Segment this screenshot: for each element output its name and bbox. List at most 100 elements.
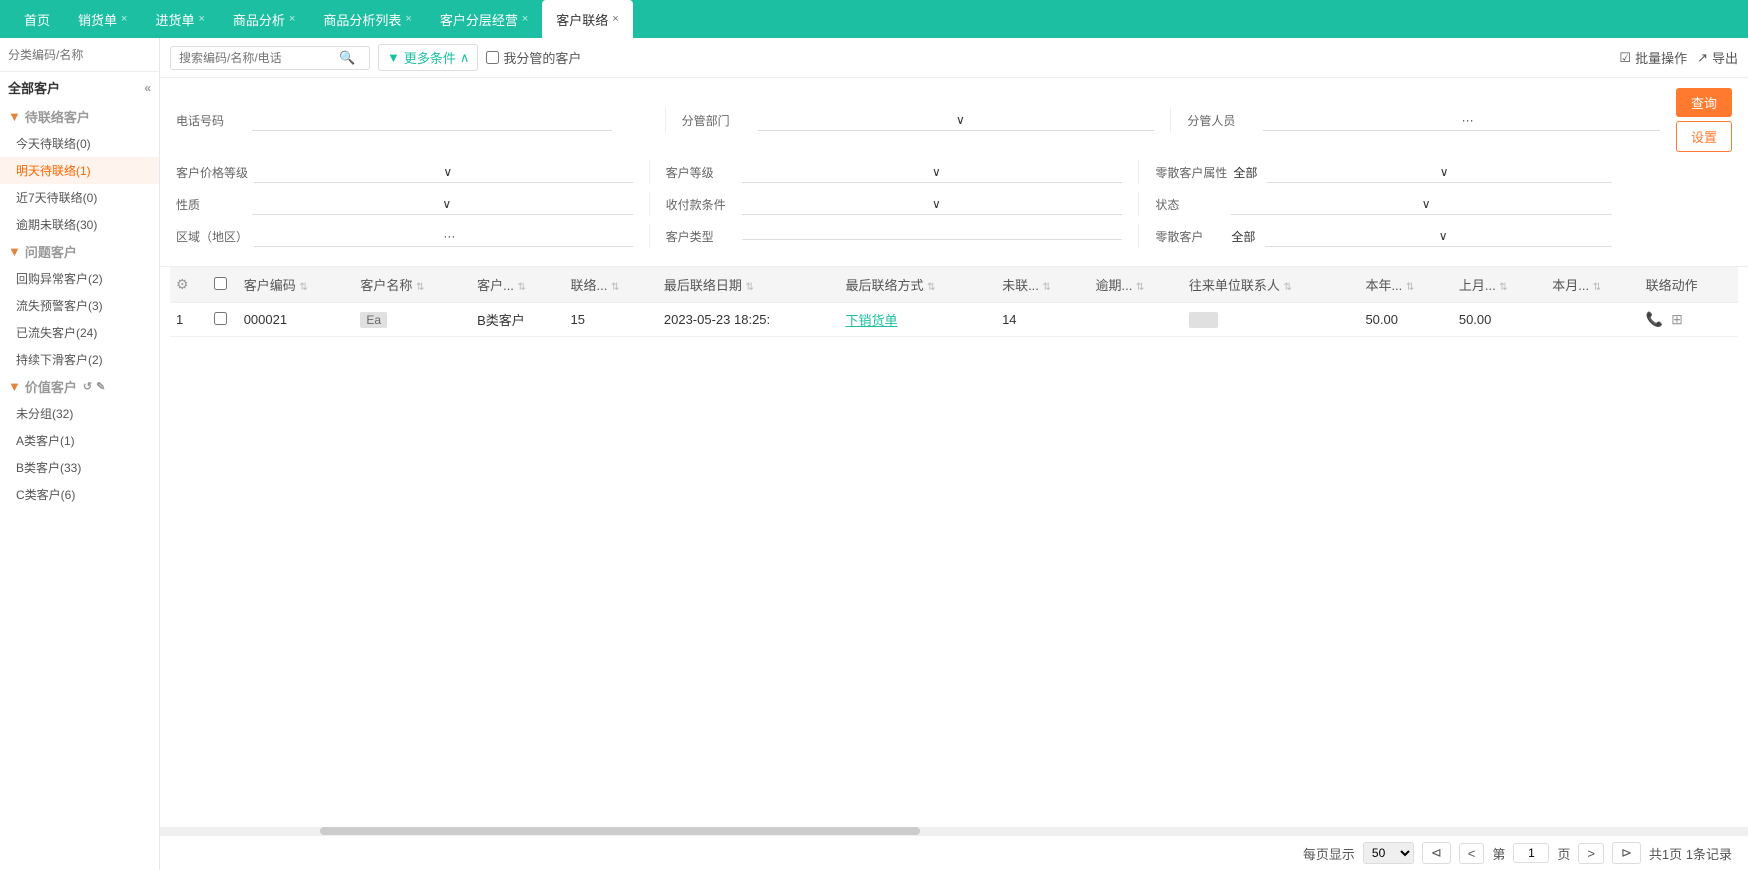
first-page-button[interactable]: ⊲ <box>1422 842 1451 864</box>
dept-dropdown[interactable]: ∨ <box>758 110 1155 131</box>
sidebar-item-a-class[interactable]: A类客户(1) <box>0 427 159 454</box>
export-button[interactable]: ↗ 导出 <box>1697 48 1738 67</box>
sidebar-item-repurchase[interactable]: 回购异常客户(2) <box>0 265 159 292</box>
close-icon[interactable]: × <box>522 13 528 25</box>
grid-icon[interactable]: ⊞ <box>1671 311 1683 328</box>
search-icon[interactable]: 🔍 <box>339 50 355 66</box>
export-icon: ↗ <box>1697 50 1708 66</box>
nature-dropdown[interactable]: ∨ <box>252 194 633 215</box>
horizontal-scrollbar[interactable] <box>160 827 1748 835</box>
sidebar-item-today[interactable]: 今天待联络(0) <box>0 130 159 157</box>
sidebar-item-overdue[interactable]: 逾期未联络(30) <box>0 211 159 238</box>
phone-icon[interactable]: 📞 <box>1646 311 1663 328</box>
sort-icon: ⇅ <box>299 282 307 293</box>
filter-row-3: 性质 ∨ 收付款条件 ∨ 状态 <box>176 192 1732 216</box>
prev-page-button[interactable]: < <box>1459 843 1485 864</box>
batch-operation-button[interactable]: ☑ 批量操作 <box>1619 48 1687 67</box>
gear-icon[interactable]: ⚙ <box>176 276 189 292</box>
th-last-method[interactable]: 最后联络方式 ⇅ <box>839 267 996 303</box>
retail-attr-dropdown[interactable]: ∨ <box>1267 162 1612 183</box>
td-action: 📞 ⊞ <box>1640 303 1738 337</box>
payment-dropdown[interactable]: ∨ <box>742 194 1123 215</box>
close-icon[interactable]: × <box>289 13 295 25</box>
query-button[interactable]: 查询 <box>1676 88 1732 117</box>
main-layout: 🔍 全部客户 « ▼ 待联络客户 今天待联络(0) 明天待联络(1) 近7天待联… <box>0 38 1748 870</box>
td-last-method[interactable]: 下销货单 <box>839 303 996 337</box>
sidebar-item-declining[interactable]: 持续下滑客户(2) <box>0 346 159 373</box>
scrollbar-thumb[interactable] <box>320 827 920 835</box>
sidebar-search-input[interactable] <box>8 48 160 62</box>
nav-customer-contact[interactable]: 客户联络 × <box>542 0 632 38</box>
filter-region: 区域（地区） ··· <box>176 226 633 247</box>
my-customers-checkbox-label[interactable]: 我分管的客户 <box>486 48 581 67</box>
sort-icon: ⇅ <box>611 282 619 293</box>
th-type[interactable]: 客户... ⇅ <box>471 267 564 303</box>
page-input[interactable] <box>1513 843 1549 863</box>
customer-level-dropdown[interactable]: ∨ <box>742 162 1123 183</box>
sort-icon: ⇅ <box>416 282 424 293</box>
sort-icon: ⇅ <box>518 282 526 293</box>
select-all-checkbox[interactable] <box>214 277 227 290</box>
last-page-button[interactable]: ⊳ <box>1612 842 1641 864</box>
sidebar: 🔍 全部客户 « ▼ 待联络客户 今天待联络(0) 明天待联络(1) 近7天待联… <box>0 38 160 870</box>
search-input[interactable] <box>179 51 339 65</box>
filter-panel: 电话号码 分管部门 ∨ 分管人员 ··· <box>160 78 1748 267</box>
phone-input[interactable] <box>252 110 612 131</box>
sort-icon: ⇅ <box>1406 282 1414 293</box>
sidebar-item-b-class[interactable]: B类客户(33) <box>0 454 159 481</box>
th-not-contacted[interactable]: 未联... ⇅ <box>996 267 1089 303</box>
th-checkbox[interactable] <box>208 267 238 303</box>
nav-sales[interactable]: 销货单 × <box>64 0 141 38</box>
more-filter-button[interactable]: ▼ 更多条件 ∧ <box>378 44 478 71</box>
th-code[interactable]: 客户编码 ⇅ <box>238 267 355 303</box>
th-last-date[interactable]: 最后联络日期 ⇅ <box>658 267 840 303</box>
th-this-month[interactable]: 本月... ⇅ <box>1546 267 1639 303</box>
close-icon[interactable]: × <box>405 13 411 25</box>
th-gear[interactable]: ⚙ <box>170 267 208 303</box>
td-this-year: 50.00 <box>1359 303 1452 337</box>
sort-icon: ⇅ <box>927 282 935 293</box>
close-icon[interactable]: × <box>121 13 127 25</box>
th-contact-person[interactable]: 往来单位联系人 ⇅ <box>1183 267 1360 303</box>
close-icon[interactable]: × <box>198 13 204 25</box>
close-icon[interactable]: × <box>612 13 618 25</box>
th-overdue[interactable]: 逾期... ⇅ <box>1089 267 1182 303</box>
th-last-month[interactable]: 上月... ⇅ <box>1453 267 1546 303</box>
sidebar-item-churned[interactable]: 已流失客户(24) <box>0 319 159 346</box>
status-dropdown[interactable]: ∨ <box>1231 194 1612 215</box>
toolbar-right: ☑ 批量操作 ↗ 导出 <box>1619 48 1738 67</box>
collapse-icon[interactable]: « <box>144 81 151 95</box>
filter-retail-customer: 零散客户 全部 ∨ <box>1155 226 1612 247</box>
action-buttons: 查询 设置 <box>1676 88 1732 152</box>
nav-home[interactable]: 首页 <box>10 0 64 38</box>
sidebar-item-tomorrow[interactable]: 明天待联络(1) <box>0 157 159 184</box>
th-contact-count[interactable]: 联络... ⇅ <box>564 267 657 303</box>
nav-purchase[interactable]: 进货单 × <box>141 0 218 38</box>
manager-dropdown[interactable]: ··· <box>1263 110 1660 131</box>
next-page-button[interactable]: > <box>1578 843 1604 864</box>
price-level-dropdown[interactable]: ∨ <box>254 162 633 183</box>
retail-customer-dropdown[interactable]: ∨ <box>1265 226 1612 247</box>
row-checkbox[interactable] <box>214 312 227 325</box>
sidebar-item-7days[interactable]: 近7天待联络(0) <box>0 184 159 211</box>
sidebar-all-customers[interactable]: 全部客户 « <box>0 72 159 103</box>
sidebar-item-c-class[interactable]: C类客户(6) <box>0 481 159 508</box>
td-checkbox[interactable] <box>208 303 238 337</box>
th-this-year[interactable]: 本年... ⇅ <box>1359 267 1452 303</box>
region-dropdown[interactable]: ··· <box>254 226 633 247</box>
page-size-select[interactable]: 50 100 <box>1363 842 1414 864</box>
nav-customer-layered[interactable]: 客户分层经营 × <box>426 0 542 38</box>
filter-customer-level: 客户等级 ∨ <box>666 162 1123 183</box>
sort-icon: ⇅ <box>1284 282 1292 293</box>
th-name[interactable]: 客户名称 ⇅ <box>354 267 471 303</box>
customer-type-dropdown[interactable] <box>742 233 1123 240</box>
filter-row-1: 电话号码 分管部门 ∨ 分管人员 ··· <box>176 88 1732 152</box>
nav-product-analysis[interactable]: 商品分析 × <box>219 0 309 38</box>
settings-button[interactable]: 设置 <box>1676 121 1732 152</box>
sidebar-item-churn-warning[interactable]: 流失预警客户(3) <box>0 292 159 319</box>
td-contact-person <box>1183 303 1360 337</box>
sidebar-group-pending: ▼ 待联络客户 <box>0 103 159 130</box>
nav-product-analysis-list[interactable]: 商品分析列表 × <box>309 0 425 38</box>
my-customers-checkbox[interactable] <box>486 51 499 64</box>
sidebar-item-ungrouped[interactable]: 未分组(32) <box>0 400 159 427</box>
